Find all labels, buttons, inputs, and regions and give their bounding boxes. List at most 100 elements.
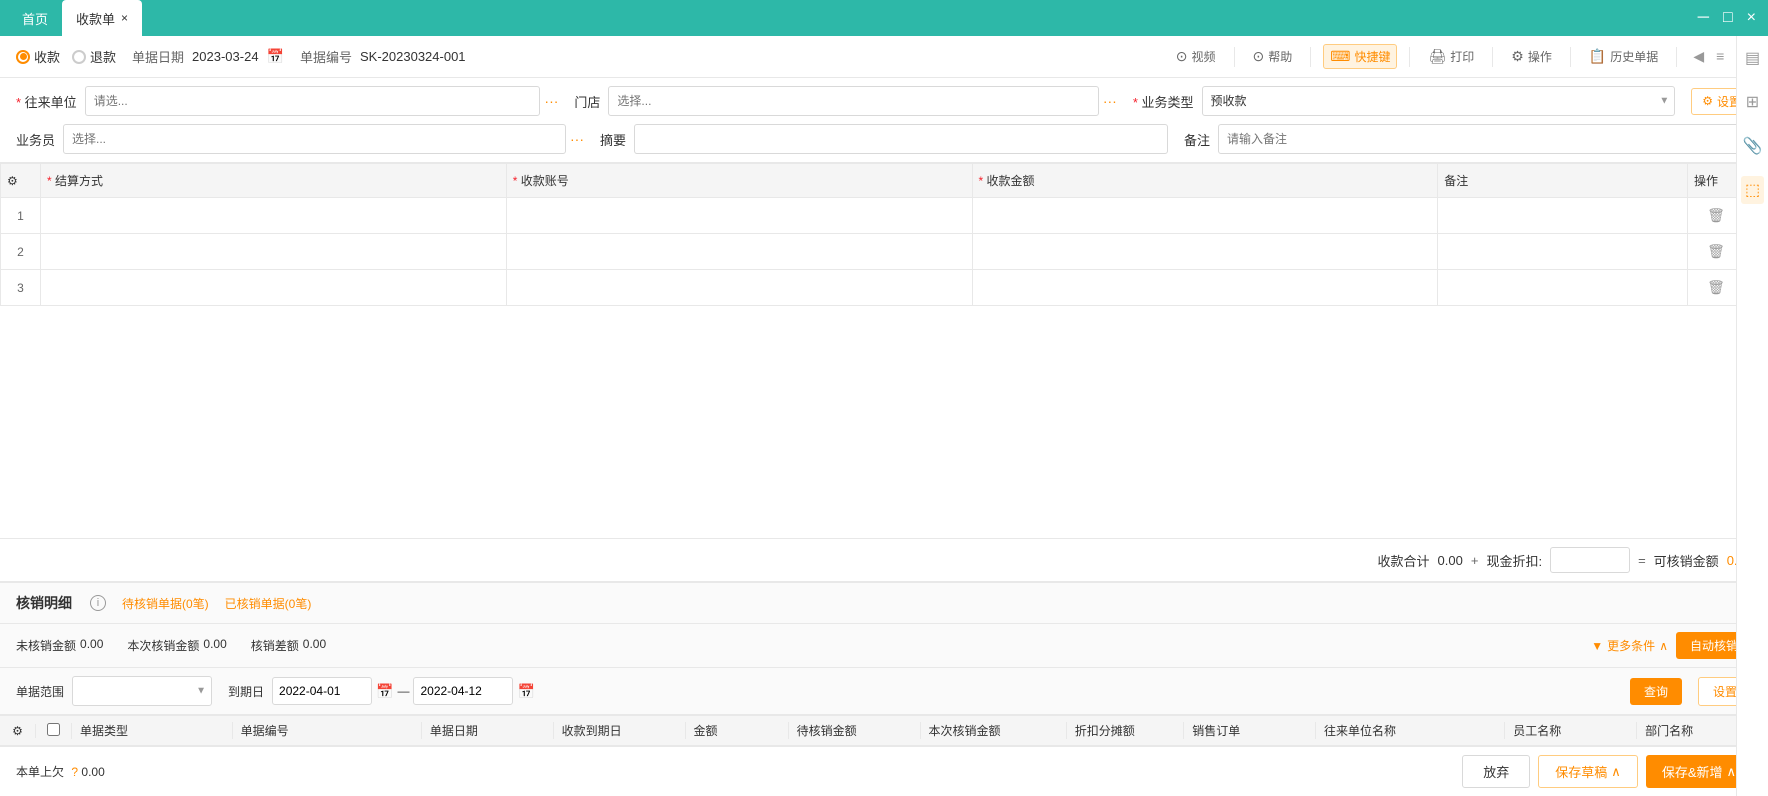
store-field: 门店 ··· (574, 86, 1116, 116)
amount-cell-3[interactable] (972, 270, 1438, 306)
video-label: 视频 (1191, 48, 1215, 65)
select-all-checkbox[interactable] (47, 723, 60, 736)
gear-col-icon: ⚙ (7, 174, 18, 188)
date-from-input[interactable] (272, 677, 372, 705)
doc-date-cal-icon[interactable]: 📅 (267, 48, 284, 65)
cal-to-icon[interactable]: 📅 (517, 683, 534, 700)
table-gear-th[interactable]: ⚙ (1, 164, 41, 198)
amount-header: 金额 (694, 724, 718, 738)
delete-row-1-icon[interactable]: 🗑 (1703, 205, 1729, 225)
window-controls: ─ □ × (1694, 7, 1760, 29)
diff-stat: 核销差额 0.00 (251, 637, 326, 654)
settlement-cell-1[interactable] (41, 198, 507, 234)
layout-list-icon[interactable]: ≡ (1712, 46, 1728, 67)
layout-prev-icon[interactable]: ◀ (1689, 46, 1708, 67)
note-cell-3[interactable] (1438, 270, 1688, 306)
account-cell-2[interactable] (506, 234, 972, 270)
settlement-cell-2[interactable] (41, 234, 507, 270)
toolbar-right: ⊙ 视频 ⊙ 帮助 ⌨ 快捷键 🖨 打印 ⚙ 操作 (1170, 44, 1752, 69)
abandon-btn[interactable]: 放弃 (1462, 755, 1530, 788)
verified-tab[interactable]: 已核销单据(0笔) (225, 595, 312, 612)
sidebar-expand-icon[interactable]: ⬚ (1741, 176, 1764, 204)
salesperson-more-icon[interactable]: ··· (570, 131, 584, 147)
draft-chevron-icon: ∧ (1611, 764, 1621, 780)
sidebar-table-icon[interactable]: ▤ (1741, 44, 1764, 72)
due-date-label: 到期日 (228, 683, 264, 700)
table-row: 3 🗑 ⊕ (1, 270, 1768, 306)
toolbar-divider-6 (1676, 47, 1677, 67)
help-icon: ⊙ (1253, 48, 1265, 65)
btcol-doc-date: 单据日期 (422, 722, 554, 739)
video-btn[interactable]: ⊙ 视频 (1170, 45, 1222, 68)
range-label: 单据范围 (16, 683, 64, 700)
cal-from-icon[interactable]: 📅 (376, 683, 393, 700)
btcol-checkbox[interactable] (36, 723, 72, 739)
doc-limit-info-icon[interactable]: ? (71, 765, 78, 779)
help-btn[interactable]: ⊙ 帮助 (1247, 45, 1299, 68)
tab-receipt[interactable]: 收款单 × (62, 0, 142, 36)
maximize-btn[interactable]: □ (1719, 7, 1737, 29)
query-btn[interactable]: 查询 (1630, 678, 1682, 705)
btcol-receipt-due: 收款到期日 (554, 722, 686, 739)
store-more-icon[interactable]: ··· (1103, 93, 1117, 109)
discount-input[interactable] (1550, 547, 1630, 573)
delete-row-3-icon[interactable]: 🗑 (1703, 277, 1729, 297)
row-num-1: 1 (1, 198, 41, 234)
form-row-2: 业务员 ··· 摘要 备注 (16, 124, 1752, 154)
tab-home[interactable]: 首页 (8, 0, 62, 36)
verif-info-icon[interactable]: i (90, 595, 106, 611)
close-window-btn[interactable]: × (1743, 7, 1760, 29)
note-input[interactable] (1218, 124, 1752, 154)
radio-receipt[interactable]: 收款 (16, 47, 60, 66)
settlement-cell-3[interactable] (41, 270, 507, 306)
shortcut-icon: ⌨ (1330, 48, 1350, 65)
note-field: 备注 (1184, 124, 1752, 154)
tab-close-icon[interactable]: × (121, 11, 128, 25)
range-select[interactable] (72, 676, 212, 706)
tab-bar: 首页 收款单 × ─ □ × (0, 0, 1768, 36)
draft-btn[interactable]: 保存草稿 ∧ (1538, 755, 1638, 788)
delete-row-2-icon[interactable]: 🗑 (1703, 241, 1729, 261)
business-type-select[interactable]: 预收款 (1202, 86, 1676, 116)
note-cell-2[interactable] (1438, 234, 1688, 270)
btcol-gear[interactable]: ⚙ (0, 724, 36, 738)
bottom-bar: 本单上欠 ? 0.00 放弃 保存草稿 ∧ 保存&新增 ∧ (0, 746, 1768, 796)
print-btn[interactable]: 🖨 打印 (1422, 45, 1480, 68)
main-container: 收款 退款 单据日期 2023-03-24 📅 单据编号 SK-20230324… (0, 36, 1768, 796)
minimize-btn[interactable]: ─ (1694, 7, 1713, 29)
unverified-amount-stat: 未核销金额 0.00 (16, 637, 103, 654)
diff-label: 核销差额 (251, 637, 299, 654)
more-conditions-btn[interactable]: ▼ 更多条件 ∧ (1591, 637, 1668, 654)
plus-sign: + (1471, 553, 1479, 568)
date-to-input[interactable] (413, 677, 513, 705)
history-btn[interactable]: 📋 历史单据 (1583, 45, 1664, 68)
account-cell-1[interactable] (506, 198, 972, 234)
account-cell-3[interactable] (506, 270, 972, 306)
counterpart-label: 往来单位 (16, 92, 77, 111)
sidebar-attach-icon[interactable]: 📎 (1739, 132, 1767, 160)
btcol-amount: 金额 (686, 722, 789, 739)
note-cell-1[interactable] (1438, 198, 1688, 234)
range-dropdown[interactable]: ▼ (72, 676, 212, 706)
salesperson-input[interactable] (63, 124, 566, 154)
current-verif-header: 本次核销金额 (929, 724, 1001, 738)
radio-refund[interactable]: 退款 (72, 47, 116, 66)
unverified-amount-label: 未核销金额 (16, 637, 76, 654)
amount-cell-1[interactable] (972, 198, 1438, 234)
summary-input[interactable] (634, 124, 1168, 154)
counterpart-more-icon[interactable]: ··· (544, 93, 558, 109)
operations-btn[interactable]: ⚙ 操作 (1505, 45, 1558, 68)
sidebar-grid-icon[interactable]: ⊞ (1742, 88, 1763, 116)
counterpart-input[interactable] (85, 86, 541, 116)
pending-tab[interactable]: 待核销单据(0笔) (122, 595, 209, 612)
btcol-current-verif: 本次核销金额 (921, 722, 1067, 739)
filter-icon: ▼ (1591, 639, 1603, 653)
bottom-table-header: ⚙ 单据类型 单据编号 单据日期 收款到期日 金额 待核销金额 (0, 715, 1768, 746)
doc-number-info: 单据编号 SK-20230324-001 (300, 47, 466, 66)
shortcut-btn[interactable]: ⌨ 快捷键 (1323, 44, 1397, 69)
toolbar-divider-3 (1409, 47, 1410, 67)
store-input[interactable] (608, 86, 1098, 116)
business-type-dropdown[interactable]: 预收款 ▼ (1202, 86, 1676, 116)
verif-right-controls: ▼ 更多条件 ∧ 自动核销 (1591, 632, 1752, 659)
amount-cell-2[interactable] (972, 234, 1438, 270)
